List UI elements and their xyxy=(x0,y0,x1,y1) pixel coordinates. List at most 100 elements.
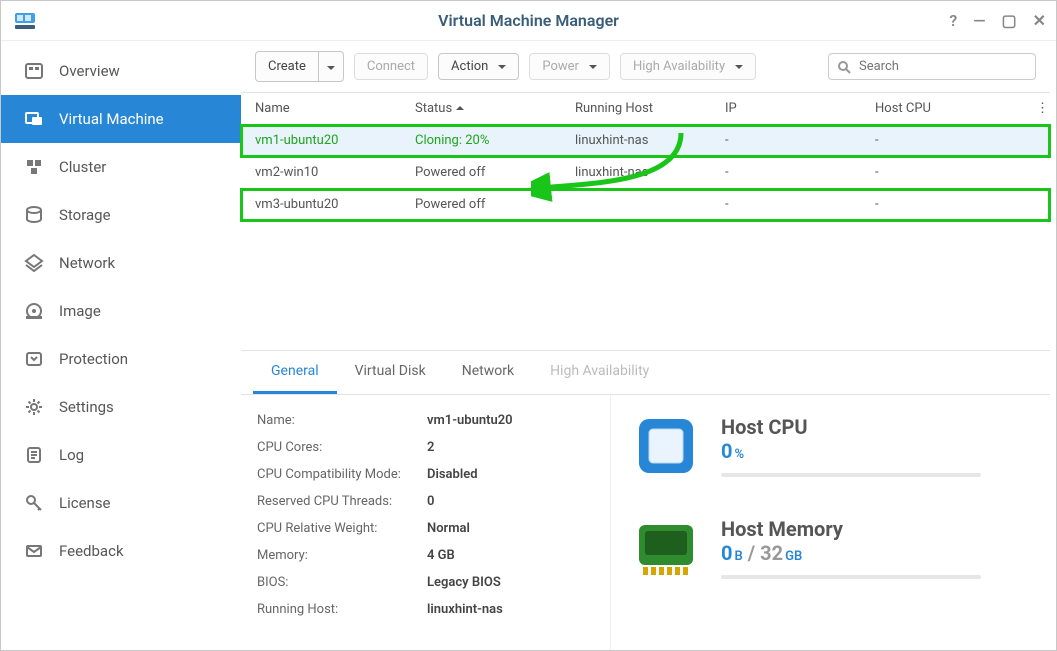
sidebar-item-label: Protection xyxy=(59,350,128,368)
col-cpu[interactable]: Host CPU xyxy=(861,93,1022,124)
vm-properties: Name:vm1-ubuntu20 CPU Cores:2 CPU Compat… xyxy=(241,395,611,650)
table-row[interactable]: vm2-win10 Powered off linuxhint-nas - - xyxy=(241,157,1050,189)
sidebar-item-license[interactable]: License xyxy=(1,479,241,527)
dashboard-icon xyxy=(23,61,45,81)
table-row[interactable]: vm1-ubuntu20 Cloning: 20% linuxhint-nas … xyxy=(241,125,1050,157)
prop-row: CPU Compatibility Mode:Disabled xyxy=(257,461,594,488)
app-icon xyxy=(13,9,37,33)
prop-row: Name:vm1-ubuntu20 xyxy=(257,407,594,434)
sidebar-item-label: License xyxy=(59,494,111,512)
col-ip[interactable]: IP xyxy=(711,93,861,124)
col-name[interactable]: Name xyxy=(241,93,401,124)
prop-row: BIOS:Legacy BIOS xyxy=(257,569,594,596)
metric-label: Host CPU xyxy=(721,415,981,439)
tab-high-availability[interactable]: High Availability xyxy=(532,351,667,394)
col-status[interactable]: Status xyxy=(401,93,561,124)
key-icon xyxy=(23,493,45,513)
cell-name: vm1-ubuntu20 xyxy=(241,125,401,156)
sidebar: Overview Virtual Machine Cluster Storage… xyxy=(1,41,241,650)
metric-host-cpu: Host CPU 0% xyxy=(635,415,1026,477)
cell-ip: - xyxy=(711,125,861,156)
memory-chip-icon xyxy=(635,517,697,579)
maximize-icon[interactable]: ▢ xyxy=(1001,11,1016,30)
app-window: Virtual Machine Manager ? — ▢ ✕ Overview… xyxy=(0,0,1057,651)
cell-host: linuxhint-nas xyxy=(561,125,711,156)
cell-status: Powered off xyxy=(401,157,561,188)
minimize-icon[interactable]: — xyxy=(973,11,985,30)
sidebar-item-label: Virtual Machine xyxy=(59,110,164,128)
sidebar-item-label: Cluster xyxy=(59,158,106,176)
cell-host: linuxhint-nas xyxy=(561,157,711,188)
action-button[interactable]: Action xyxy=(438,53,519,80)
sidebar-item-image[interactable]: Image xyxy=(1,287,241,335)
cell-name: vm3-ubuntu20 xyxy=(241,189,401,220)
metric-bar xyxy=(721,473,981,477)
sidebar-item-settings[interactable]: Settings xyxy=(1,383,241,431)
vm-table: Name Status Running Host IP Host CPU ⋮ v… xyxy=(241,92,1050,221)
sidebar-item-label: Settings xyxy=(59,398,114,416)
cell-status: Powered off xyxy=(401,189,561,220)
connect-button[interactable]: Connect xyxy=(354,53,428,80)
tab-general[interactable]: General xyxy=(253,351,337,394)
metric-value: 0% xyxy=(721,439,981,463)
table-row[interactable]: vm3-ubuntu20 Powered off - - xyxy=(241,189,1050,221)
high-availability-button[interactable]: High Availability xyxy=(620,53,756,80)
sidebar-item-storage[interactable]: Storage xyxy=(1,191,241,239)
storage-icon xyxy=(23,205,45,225)
prop-row: CPU Cores:2 xyxy=(257,434,594,461)
cell-ip: - xyxy=(711,157,861,188)
detail-tabs: General Virtual Disk Network High Availa… xyxy=(241,351,1050,395)
col-more[interactable]: ⋮ xyxy=(1022,93,1050,124)
cpu-chip-icon xyxy=(635,415,697,477)
sidebar-item-label: Network xyxy=(59,254,115,272)
sidebar-item-feedback[interactable]: Feedback xyxy=(1,527,241,575)
power-button[interactable]: Power xyxy=(529,53,610,80)
cell-ip: - xyxy=(711,189,861,220)
cell-host xyxy=(561,197,711,213)
title-bar: Virtual Machine Manager ? — ▢ ✕ xyxy=(1,1,1056,41)
tab-network[interactable]: Network xyxy=(444,351,532,394)
col-host[interactable]: Running Host xyxy=(561,93,711,124)
cell-name: vm2-win10 xyxy=(241,157,401,188)
network-icon xyxy=(23,253,45,273)
sidebar-item-overview[interactable]: Overview xyxy=(1,47,241,95)
window-controls: ? — ▢ ✕ xyxy=(949,11,1046,30)
create-button[interactable]: Create xyxy=(255,51,319,82)
cell-cpu: - xyxy=(861,157,1050,188)
metrics-pane: Host CPU 0% Host Memory xyxy=(611,395,1050,650)
cell-cpu: - xyxy=(861,189,1050,220)
sidebar-item-log[interactable]: Log xyxy=(1,431,241,479)
toolbar: Create Connect Action Power High Availab… xyxy=(241,41,1050,92)
mail-icon xyxy=(23,541,45,561)
metric-label: Host Memory xyxy=(721,517,981,541)
sort-asc-icon xyxy=(452,101,464,116)
sidebar-item-virtual-machine[interactable]: Virtual Machine xyxy=(1,95,241,143)
table-header: Name Status Running Host IP Host CPU ⋮ xyxy=(241,93,1050,125)
sidebar-item-protection[interactable]: Protection xyxy=(1,335,241,383)
create-dropdown[interactable] xyxy=(319,51,344,82)
help-icon[interactable]: ? xyxy=(949,11,957,30)
main-content: Create Connect Action Power High Availab… xyxy=(241,41,1056,650)
sidebar-item-cluster[interactable]: Cluster xyxy=(1,143,241,191)
cell-cpu: - xyxy=(861,125,1050,156)
create-button-group: Create xyxy=(255,51,344,82)
prop-row: Running Host:linuxhint-nas xyxy=(257,596,594,623)
sidebar-item-label: Image xyxy=(59,302,101,320)
search-box[interactable] xyxy=(828,53,1036,80)
gear-icon xyxy=(23,397,45,417)
image-icon xyxy=(23,301,45,321)
metric-host-memory: Host Memory 0B / 32GB xyxy=(635,517,1026,579)
sidebar-item-label: Feedback xyxy=(59,542,124,560)
sidebar-item-label: Log xyxy=(59,446,84,464)
log-icon xyxy=(23,445,45,465)
sidebar-item-network[interactable]: Network xyxy=(1,239,241,287)
search-input[interactable] xyxy=(857,58,1027,75)
metric-bar xyxy=(721,575,981,579)
prop-row: Reserved CPU Threads:0 xyxy=(257,488,594,515)
detail-pane: General Virtual Disk Network High Availa… xyxy=(241,350,1050,650)
window-title: Virtual Machine Manager xyxy=(438,11,619,30)
prop-row: CPU Relative Weight:Normal xyxy=(257,515,594,542)
tab-virtual-disk[interactable]: Virtual Disk xyxy=(337,351,444,394)
close-icon[interactable]: ✕ xyxy=(1033,11,1046,30)
search-icon xyxy=(837,60,851,74)
